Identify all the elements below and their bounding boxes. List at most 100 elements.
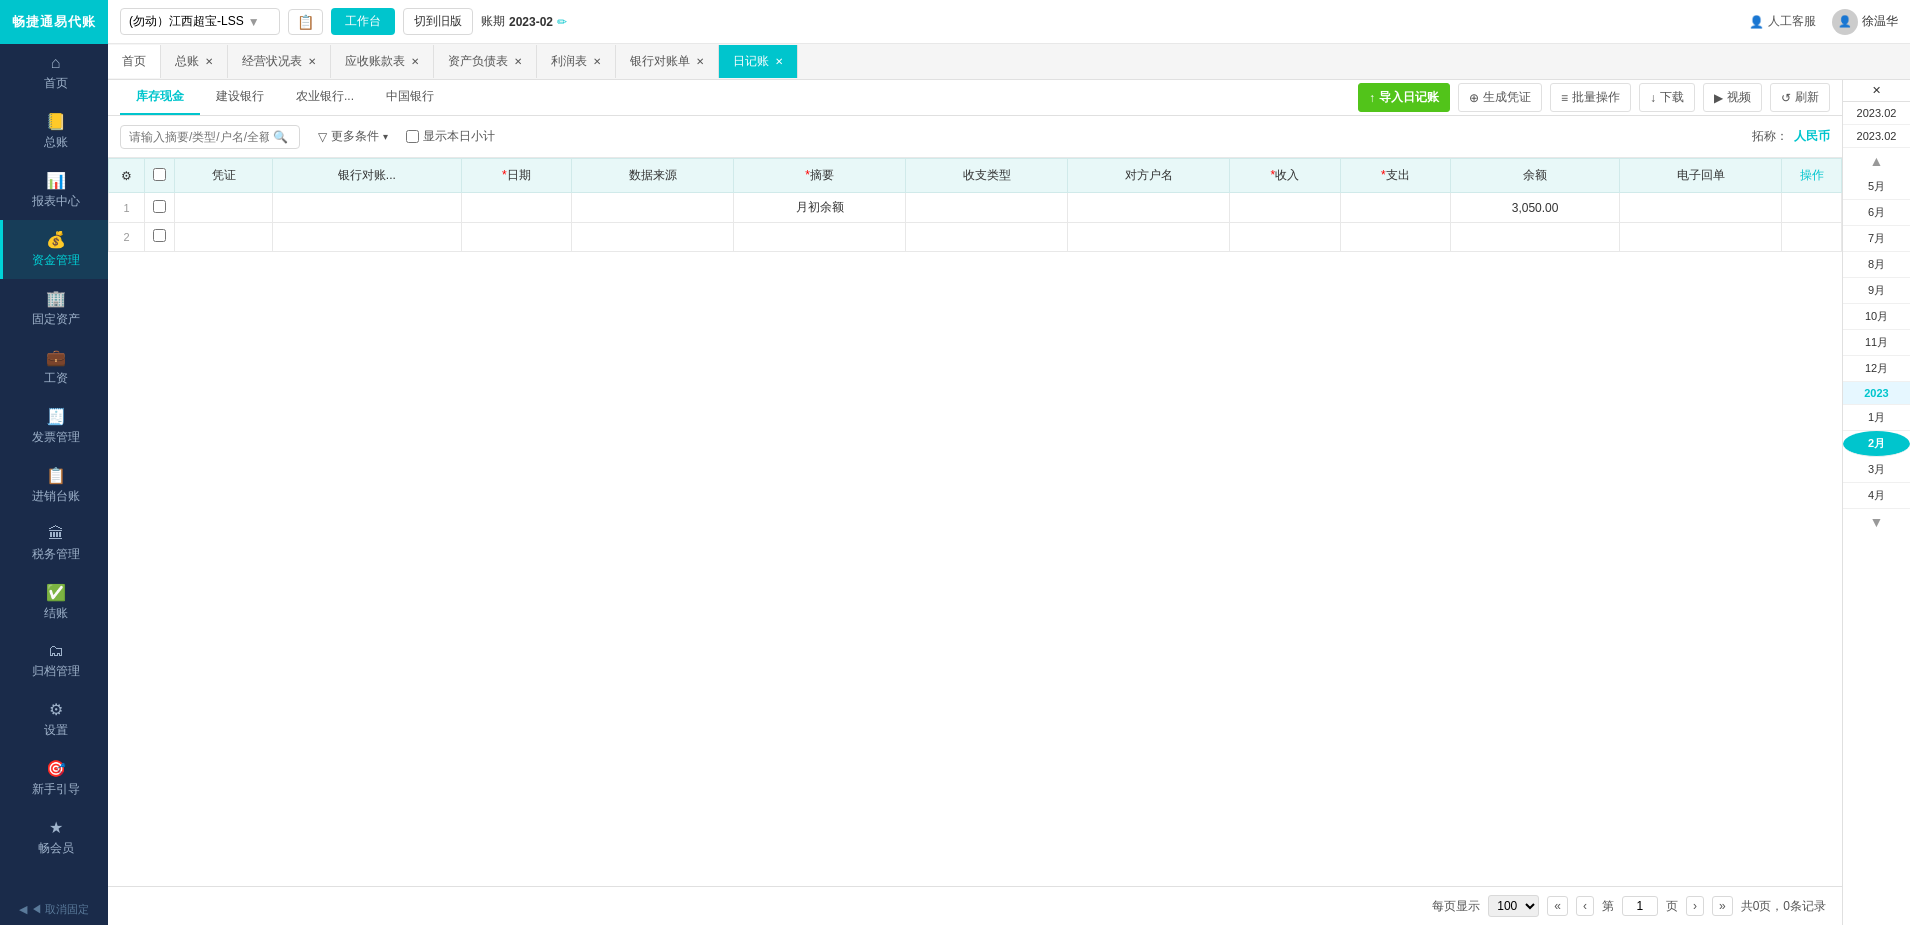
tab-bank-close[interactable]: ✕ [696,56,704,67]
sidebar-item-guide[interactable]: 🎯 新手引导 [0,749,108,808]
sidebar-item-invoice[interactable]: 🧾 发票管理 [0,397,108,456]
row1-data-source [572,193,734,223]
currency-label: 拓称： [1752,128,1788,145]
company-dropdown-icon: ▼ [248,15,260,29]
sidebar-item-settle[interactable]: ✅ 结账 [0,573,108,632]
user-info[interactable]: 👤 徐温华 [1832,9,1898,35]
sidebar-item-fixed-asset[interactable]: 🏢 固定资产 [0,279,108,338]
cal-month-3[interactable]: 3月 [1843,457,1910,483]
cal-month-8[interactable]: 8月 [1843,252,1910,278]
col-income: *收入 [1229,159,1340,193]
bank-tab-jianshe[interactable]: 建设银行 [200,80,280,115]
tab-bank-statement[interactable]: 银行对账单 ✕ [616,45,719,78]
sidebar-item-asset-mgmt[interactable]: 💰 资金管理 [0,220,108,279]
bank-tab-nongye[interactable]: 农业银行... [280,80,370,115]
row2-date [461,223,572,252]
tab-journal[interactable]: 日记账 ✕ [719,45,798,78]
tab-assets-close[interactable]: ✕ [514,56,522,67]
tab-profit[interactable]: 利润表 ✕ [537,45,616,78]
cal-month-6[interactable]: 6月 [1843,200,1910,226]
filter-arrow: ▾ [383,131,388,142]
show-today-label[interactable]: 显示本日小计 [406,128,495,145]
search-input[interactable] [129,130,269,144]
calendar-close-button[interactable]: ✕ [1843,80,1910,102]
switch-version-button[interactable]: 切到旧版 [403,8,473,35]
sidebar-item-tax[interactable]: 🏛 税务管理 [0,515,108,573]
sidebar-item-report[interactable]: 📊 报表中心 [0,161,108,220]
company-selector[interactable]: (勿动）江西超宝-LSS ▼ [120,8,280,35]
table-container: ⚙ 凭证 银行对账... *日期 数据来源 *摘要 收支类型 对方户名 *收入 [108,158,1842,886]
tab-journal-close[interactable]: ✕ [775,56,783,67]
tab-receivable[interactable]: 应收账款表 ✕ [331,45,434,78]
cal-month-12[interactable]: 12月 [1843,356,1910,382]
main-wrapper: (勿动）江西超宝-LSS ▼ 📋 工作台 切到旧版 账期 2023-02 ✏ 👤… [108,0,1910,925]
show-today-checkbox[interactable] [406,130,419,143]
vip-icon: ★ [49,818,63,837]
sidebar-item-ledger[interactable]: 📒 总账 [0,102,108,161]
video-button[interactable]: ▶ 视频 [1703,83,1762,112]
import-journal-button[interactable]: ↑ 导入日记账 [1358,83,1450,112]
search-icon[interactable]: 🔍 [273,130,288,144]
cal-month-7[interactable]: 7月 [1843,226,1910,252]
row1-balance: 3,050.00 [1451,193,1620,223]
col-check[interactable] [145,159,175,193]
last-page-button[interactable]: » [1712,896,1733,916]
row1-date [461,193,572,223]
cal-scroll-down[interactable]: ▼ [1843,509,1910,535]
first-page-button[interactable]: « [1547,896,1568,916]
cal-month-1[interactable]: 1月 [1843,405,1910,431]
col-voucher: 凭证 [175,159,273,193]
tab-status-close[interactable]: ✕ [308,56,316,67]
filter-button[interactable]: ▽ 更多条件 ▾ [310,124,396,149]
generate-voucher-button[interactable]: ⊕ 生成凭证 [1458,83,1542,112]
period-edit-icon[interactable]: ✏ [557,15,567,29]
bank-tab-cash[interactable]: 库存现金 [120,80,200,115]
refresh-button[interactable]: ↺ 刷新 [1770,83,1830,112]
sidebar-item-settings[interactable]: ⚙ 设置 [0,690,108,749]
download-button[interactable]: ↓ 下载 [1639,83,1695,112]
row1-check[interactable] [145,193,175,223]
cal-year-2023-02-2[interactable]: 2023.02 [1843,125,1910,148]
cal-month-10[interactable]: 10月 [1843,304,1910,330]
tab-ledger[interactable]: 总账 ✕ [161,45,228,78]
sidebar-item-home[interactable]: ⌂ 首页 [0,44,108,102]
cal-year-2023[interactable]: 2023 [1843,382,1910,405]
unpin-sidebar-button[interactable]: ◀ ◀ 取消固定 [0,894,108,925]
tab-profit-label: 利润表 [551,53,587,70]
app-logo: 畅捷通易代账 [0,0,108,44]
tab-receivable-close[interactable]: ✕ [411,56,419,67]
sidebar-item-vip[interactable]: ★ 畅会员 [0,808,108,867]
cal-month-2[interactable]: 2月 [1843,431,1910,457]
select-all-checkbox[interactable] [153,168,166,181]
next-page-button[interactable]: › [1686,896,1704,916]
tab-ledger-close[interactable]: ✕ [205,56,213,67]
sidebar-item-sales[interactable]: 📋 进销台账 [0,456,108,515]
cal-month-4[interactable]: 4月 [1843,483,1910,509]
batch-op-button[interactable]: ≡ 批量操作 [1550,83,1631,112]
row2-expense [1340,223,1451,252]
workbench-button[interactable]: 工作台 [331,8,395,35]
cal-month-11[interactable]: 11月 [1843,330,1910,356]
copy-button[interactable]: 📋 [288,9,323,35]
tab-status-table[interactable]: 经营状况表 ✕ [228,45,331,78]
tab-home[interactable]: 首页 [108,45,161,78]
cal-year-2023-02-1[interactable]: 2023.02 [1843,102,1910,125]
page-input[interactable] [1622,896,1658,916]
prev-page-button[interactable]: ‹ [1576,896,1594,916]
avatar-placeholder: 👤 [1838,15,1852,28]
cal-scroll-up[interactable]: ▲ [1843,148,1910,174]
bank-tab-zhongguo[interactable]: 中国银行 [370,80,450,115]
customer-service-button[interactable]: 👤 人工客服 [1749,13,1816,30]
currency-value[interactable]: 人民币 [1794,128,1830,145]
cal-month-5[interactable]: 5月 [1843,174,1910,200]
tab-profit-close[interactable]: ✕ [593,56,601,67]
per-page-select[interactable]: 100 50 200 [1488,895,1539,917]
sidebar-item-salary[interactable]: 💼 工资 [0,338,108,397]
col-settings[interactable]: ⚙ [109,159,145,193]
sidebar-item-archive[interactable]: 🗂 归档管理 [0,632,108,690]
row2-check[interactable] [145,223,175,252]
row2-operation [1782,223,1842,252]
cal-month-9[interactable]: 9月 [1843,278,1910,304]
footer: 每页显示 100 50 200 « ‹ 第 页 › » 共0页，0条记录 [108,886,1842,925]
tab-assets[interactable]: 资产负债表 ✕ [434,45,537,78]
